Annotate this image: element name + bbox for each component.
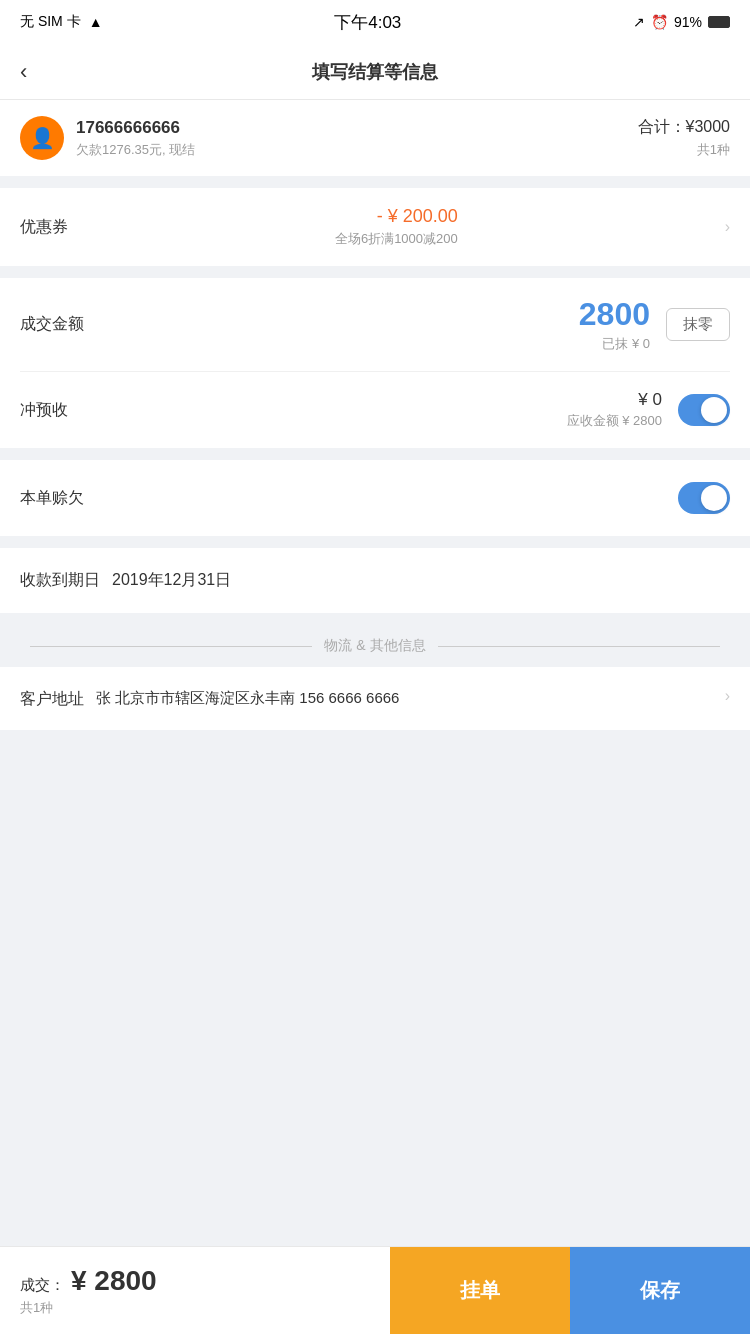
arrears-label: 本单赊欠 — [20, 488, 84, 509]
main-content: 👤 17666666666 欠款1276.35元, 现结 合计：¥3000 共1… — [0, 100, 750, 1042]
wifi-icon: ▲ — [89, 14, 103, 30]
divider-line-left — [30, 646, 312, 647]
prepay-toggle[interactable] — [678, 394, 730, 426]
address-row[interactable]: 客户地址 张 北京市市辖区海淀区永丰南 156 6666 6666 › — [20, 667, 730, 730]
back-button[interactable]: ‹ — [20, 59, 27, 85]
carrier-text: 无 SIM 卡 — [20, 13, 81, 31]
chevron-right-icon: › — [725, 218, 730, 236]
prepay-row: 冲预收 ¥ 0 应收金额 ¥ 2800 — [20, 372, 730, 448]
amount-section: 成交金额 2800 已抹 ¥ 0 抹零 冲预收 ¥ 0 应收金额 ¥ 2800 — [0, 278, 750, 448]
section-divider: 物流 & 其他信息 — [0, 625, 750, 667]
round-off-button[interactable]: 抹零 — [666, 308, 730, 341]
total-count: 共1种 — [638, 141, 731, 159]
status-bar: 无 SIM 卡 ▲ 下午4:03 ↗ ⏰ 91% — [0, 0, 750, 44]
customer-info: 17666666666 欠款1276.35元, 现结 — [76, 118, 195, 159]
customer-left: 👤 17666666666 欠款1276.35元, 现结 — [20, 116, 195, 160]
gray-background — [0, 742, 750, 942]
customer-right: 合计：¥3000 共1种 — [638, 117, 731, 159]
address-chevron-icon: › — [725, 687, 730, 705]
deal-amount-sub: 已抹 ¥ 0 — [579, 335, 650, 353]
prepay-label: 冲预收 — [20, 400, 68, 421]
save-button[interactable]: 保存 — [570, 1247, 750, 1335]
avatar-icon: 👤 — [30, 126, 55, 150]
battery-icon — [708, 16, 730, 28]
status-time: 下午4:03 — [334, 11, 401, 34]
coupon-label: 优惠券 — [20, 217, 68, 238]
alarm-icon: ⏰ — [651, 14, 668, 30]
arrears-toggle[interactable] — [678, 482, 730, 514]
address-section: 客户地址 张 北京市市辖区海淀区永丰南 156 6666 6666 › — [0, 667, 750, 730]
bottom-deal-label: 成交： — [20, 1276, 65, 1295]
bottom-deal-amount: ¥ 2800 — [71, 1265, 157, 1297]
address-label: 客户地址 — [20, 687, 84, 710]
bottom-summary: 成交： ¥ 2800 共1种 — [0, 1265, 390, 1317]
nav-bar: ‹ 填写结算等信息 — [0, 44, 750, 100]
deal-amount-value: 2800 — [579, 296, 650, 333]
battery-text: 91% — [674, 14, 702, 30]
arrears-row: 本单赊欠 — [20, 460, 730, 536]
page-title: 填写结算等信息 — [312, 60, 438, 84]
bottom-bar: 成交： ¥ 2800 共1种 挂单 保存 — [0, 1246, 750, 1334]
coupon-row[interactable]: 优惠券 - ¥ 200.00 全场6折满1000减200 › — [0, 188, 750, 266]
address-value: 张 北京市市辖区海淀区永丰南 156 6666 6666 — [96, 687, 713, 710]
divider-line-right — [438, 646, 720, 647]
bottom-count: 共1种 — [20, 1299, 370, 1317]
deal-amount-row: 成交金额 2800 已抹 ¥ 0 抹零 — [20, 278, 730, 372]
bottom-deal-row: 成交： ¥ 2800 — [20, 1265, 370, 1297]
due-date-section: 收款到期日 2019年12月31日 — [0, 548, 750, 613]
customer-debt: 欠款1276.35元, 现结 — [76, 141, 195, 159]
prepay-amount-value: ¥ 0 — [567, 390, 662, 410]
divider-text: 物流 & 其他信息 — [324, 637, 425, 655]
status-right: ↗ ⏰ 91% — [633, 14, 730, 30]
coupon-discount: - ¥ 200.00 — [335, 206, 458, 227]
coupon-right-block: - ¥ 200.00 全场6折满1000减200 — [335, 206, 458, 248]
amount-value-block: 2800 已抹 ¥ 0 — [579, 296, 650, 353]
avatar: 👤 — [20, 116, 64, 160]
total-amount: 合计：¥3000 — [638, 117, 731, 138]
customer-phone: 17666666666 — [76, 118, 195, 138]
location-icon: ↗ — [633, 14, 645, 30]
prepay-right: ¥ 0 应收金额 ¥ 2800 — [567, 390, 730, 430]
status-left: 无 SIM 卡 ▲ — [20, 13, 103, 31]
deal-amount-label: 成交金额 — [20, 314, 84, 335]
due-date-value: 2019年12月31日 — [112, 570, 231, 591]
due-date-row: 收款到期日 2019年12月31日 — [20, 548, 730, 613]
prepay-sub-text: 应收金额 ¥ 2800 — [567, 412, 662, 430]
amount-right: 2800 已抹 ¥ 0 抹零 — [579, 296, 730, 353]
customer-row: 👤 17666666666 欠款1276.35元, 现结 合计：¥3000 共1… — [0, 100, 750, 176]
hold-button[interactable]: 挂单 — [390, 1247, 570, 1335]
arrears-section: 本单赊欠 — [0, 460, 750, 536]
due-date-label: 收款到期日 — [20, 570, 100, 591]
prepay-amount-block: ¥ 0 应收金额 ¥ 2800 — [567, 390, 662, 430]
coupon-description: 全场6折满1000减200 — [335, 230, 458, 248]
